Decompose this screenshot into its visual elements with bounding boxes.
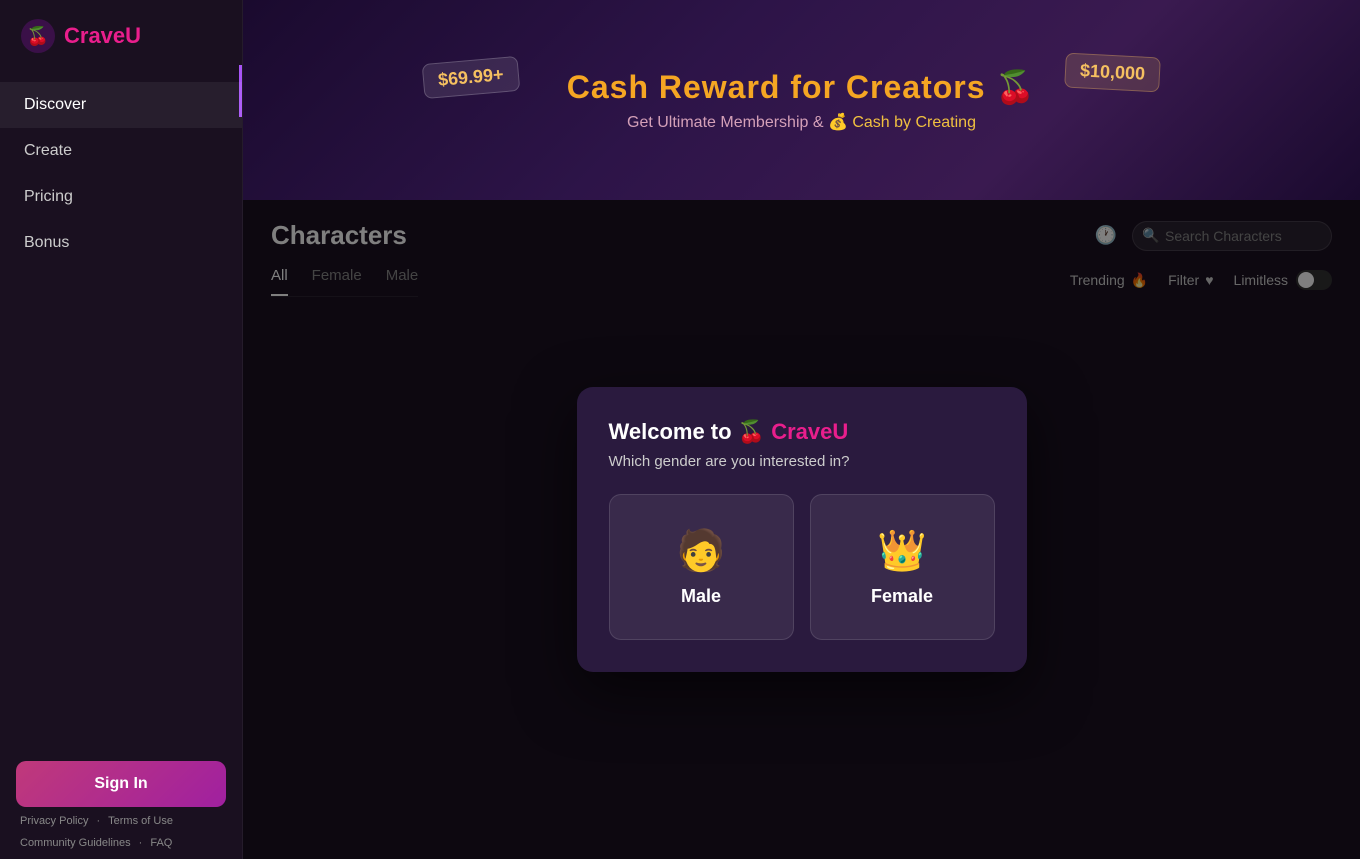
sidebar-footer: Sign In Privacy Policy · Terms of Use Co… [0, 745, 242, 859]
sidebar-item-pricing[interactable]: Pricing [0, 174, 242, 220]
modal-title-icon: 🍒 [738, 419, 772, 444]
female-label: Female [871, 586, 933, 607]
sidebar-item-create[interactable]: Create [0, 128, 242, 174]
banner-title-icon: 🍒 [995, 69, 1036, 105]
terms-of-use-link[interactable]: Terms of Use [108, 815, 173, 833]
characters-section: Characters 🕐 🔍 All Female Male Trending … [243, 200, 1360, 859]
gender-card-male[interactable]: 🧑 Male [609, 494, 794, 640]
community-guidelines-link[interactable]: Community Guidelines [20, 837, 131, 849]
svg-text:🍒: 🍒 [27, 25, 49, 47]
sign-in-button[interactable]: Sign In [16, 761, 226, 807]
banner-title-text: Cash Reward for Creators [567, 69, 986, 105]
banner-subtitle-prefix: Get Ultimate Membership & [627, 114, 824, 131]
gender-options: 🧑 Male 👑 Female [609, 494, 995, 640]
banner-title: Cash Reward for Creators 🍒 [567, 68, 1037, 106]
privacy-policy-link[interactable]: Privacy Policy [20, 815, 88, 833]
gender-card-female[interactable]: 👑 Female [810, 494, 995, 640]
banner-subtitle-suffix: Cash by Creating [852, 114, 976, 131]
faq-link[interactable]: FAQ [150, 837, 172, 849]
footer-links: Privacy Policy · Terms of Use Community … [16, 807, 226, 849]
banner-money-icon: 💰 [828, 114, 848, 131]
logo-text: CraveU [64, 23, 141, 49]
footer-separator-1: · [96, 815, 100, 833]
main-content: $69.99+ Cash Reward for Creators 🍒 Get U… [243, 0, 1360, 859]
modal-overlay[interactable]: Welcome to 🍒 CraveU Which gender are you… [243, 200, 1360, 859]
banner-reward-tag: $10,000 [1064, 53, 1161, 93]
sidebar: 🍒 CraveU Discover Create Pricing Bonus S… [0, 0, 243, 859]
gender-selection-modal: Welcome to 🍒 CraveU Which gender are you… [577, 387, 1027, 672]
promo-banner: $69.99+ Cash Reward for Creators 🍒 Get U… [243, 0, 1360, 200]
banner-subtitle: Get Ultimate Membership & 💰 Cash by Crea… [567, 112, 1037, 132]
male-label: Male [681, 586, 721, 607]
sidebar-item-bonus[interactable]: Bonus [0, 220, 242, 266]
banner-center-content: Cash Reward for Creators 🍒 Get Ultimate … [567, 68, 1037, 132]
sidebar-item-discover[interactable]: Discover [0, 82, 242, 128]
sidebar-nav: Discover Create Pricing Bonus [0, 72, 242, 745]
modal-title-app: CraveU [771, 419, 848, 444]
female-emoji: 👑 [877, 527, 927, 574]
logo-icon: 🍒 [20, 18, 56, 54]
modal-subtitle: Which gender are you interested in? [609, 453, 995, 470]
modal-title: Welcome to 🍒 CraveU [609, 419, 995, 445]
footer-separator-2: · [139, 837, 143, 849]
male-emoji: 🧑 [676, 527, 726, 574]
logo-area: 🍒 CraveU [0, 0, 242, 72]
banner-price-tag: $69.99+ [422, 56, 520, 99]
modal-title-prefix: Welcome to [609, 419, 732, 444]
